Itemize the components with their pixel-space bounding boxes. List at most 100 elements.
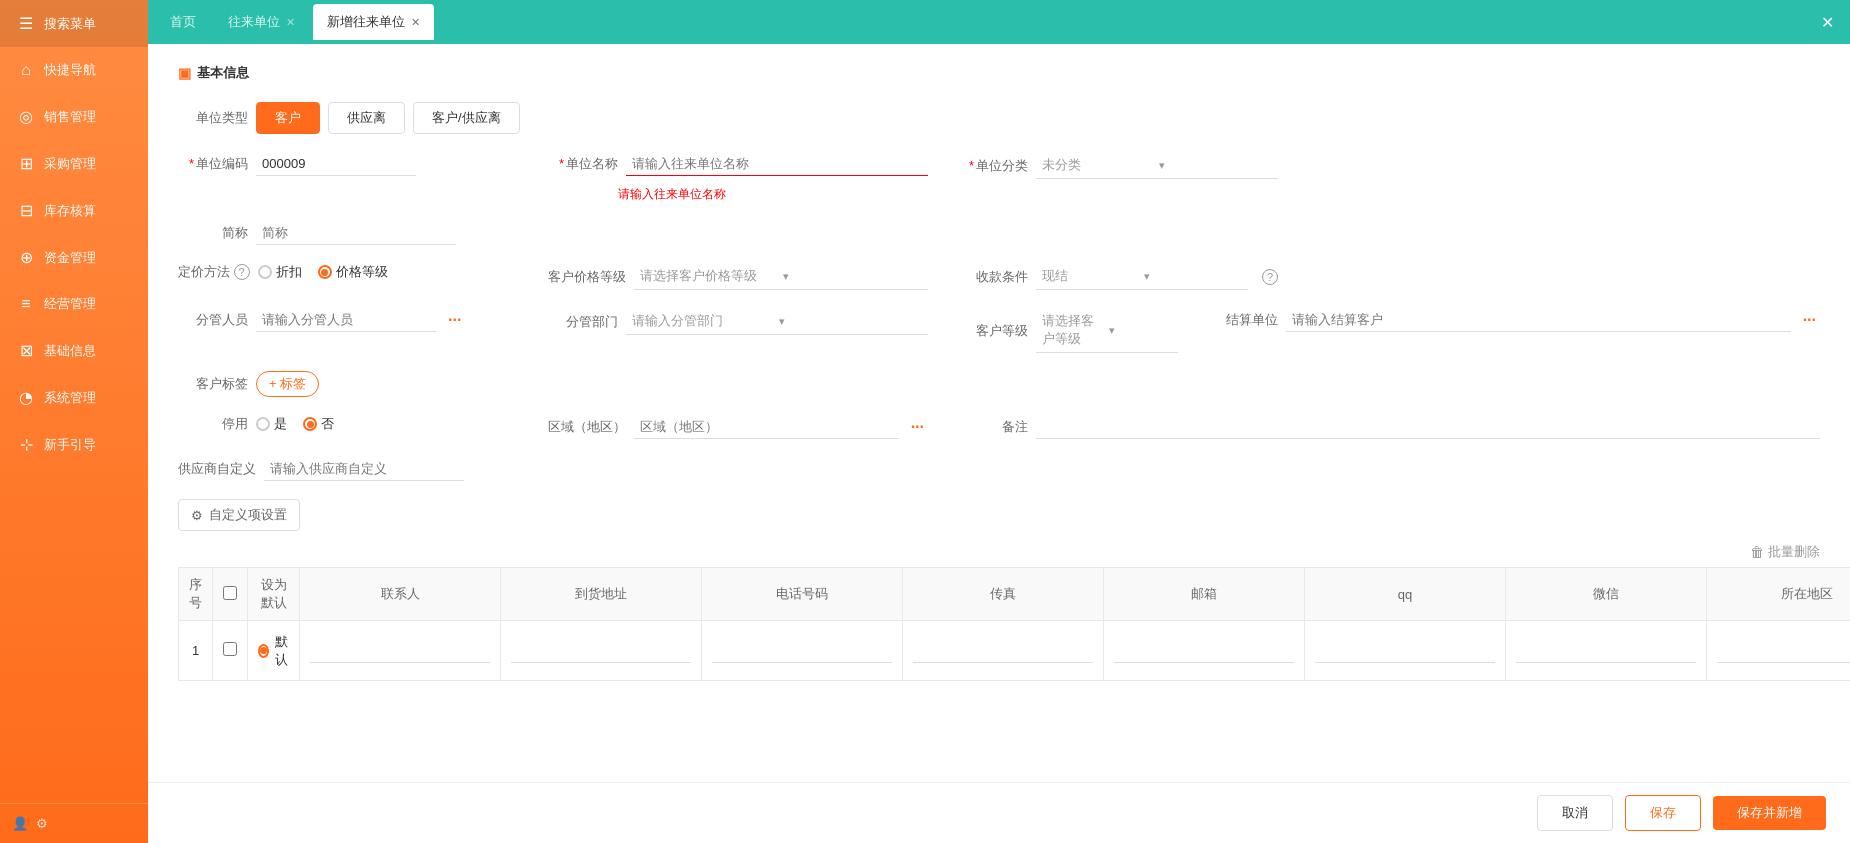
cell-qq bbox=[1305, 621, 1506, 681]
sidebar-item-inventory[interactable]: ⊟ 库存核算 bbox=[0, 187, 148, 234]
supplier-custom-input[interactable] bbox=[264, 457, 464, 481]
sidebar-item-quick-nav[interactable]: ⌂ 快捷导航 bbox=[0, 47, 148, 93]
region-label: 区域（地区） bbox=[548, 418, 626, 436]
window-close-button[interactable]: ✕ bbox=[1813, 9, 1842, 36]
tab-partners-close[interactable]: ✕ bbox=[286, 16, 295, 29]
custom-settings-icon: ⚙ bbox=[191, 508, 203, 523]
row-checkbox[interactable] bbox=[223, 642, 237, 656]
pricing-method-field: 定价方法 ? 折扣 价格等级 bbox=[178, 263, 518, 281]
payment-terms-label: 收款条件 bbox=[958, 268, 1028, 286]
col-default: 设为默认 bbox=[248, 568, 300, 621]
customer-price-chevron: ▾ bbox=[783, 270, 922, 283]
cell-phone bbox=[702, 621, 903, 681]
region-input[interactable] bbox=[634, 415, 899, 439]
payment-terms-select[interactable]: 现结 ▾ bbox=[1036, 263, 1248, 290]
customer-price-level-select[interactable]: 请选择客户价格等级 ▾ bbox=[634, 263, 928, 290]
email-input[interactable] bbox=[1114, 639, 1294, 663]
wechat-input[interactable] bbox=[1516, 639, 1696, 663]
manager-more-btn[interactable]: ··· bbox=[444, 311, 465, 329]
short-name-label: 简称 bbox=[178, 224, 248, 242]
radio-no[interactable]: 否 bbox=[303, 415, 334, 433]
sidebar-item-operations[interactable]: ≡ 经营管理 bbox=[0, 281, 148, 327]
save-new-button[interactable]: 保存并新增 bbox=[1713, 796, 1826, 830]
batch-delete-label[interactable]: 批量删除 bbox=[1768, 543, 1820, 561]
type-btn-supplier[interactable]: 供应离 bbox=[328, 102, 405, 134]
settlement-more-btn[interactable]: ··· bbox=[1799, 311, 1820, 329]
inventory-icon: ⊟ bbox=[16, 201, 36, 220]
unit-category-select[interactable]: 未分类 ▾ bbox=[1036, 152, 1278, 179]
tab-new-partner-close[interactable]: ✕ bbox=[411, 16, 420, 29]
select-all-checkbox[interactable] bbox=[223, 586, 237, 600]
unit-name-label: *单位名称 bbox=[548, 155, 618, 173]
phone-input[interactable] bbox=[712, 639, 892, 663]
fax-input[interactable] bbox=[913, 639, 1093, 663]
unit-type-button-group: 客户 供应离 客户/供应离 bbox=[256, 102, 520, 134]
tab-bar: 首页 往来单位 ✕ 新增往来单位 ✕ ✕ bbox=[148, 0, 1850, 44]
cell-seq: 1 bbox=[179, 621, 213, 681]
unit-code-input[interactable] bbox=[256, 152, 416, 176]
add-tag-button[interactable]: + 标签 bbox=[256, 371, 319, 397]
settings-icon: ⚙ bbox=[36, 816, 48, 831]
tags-field: 客户标签 + 标签 bbox=[178, 371, 1820, 397]
tab-new-partner[interactable]: 新增往来单位 ✕ bbox=[313, 4, 434, 40]
department-select[interactable]: 请输入分管部门 ▾ bbox=[626, 308, 928, 335]
settlement-field: 结算单位 ··· bbox=[1208, 308, 1820, 332]
region-more-btn[interactable]: ··· bbox=[907, 418, 928, 436]
unit-name-required: * bbox=[559, 156, 564, 171]
supplier-custom-row: 供应商自定义 bbox=[178, 457, 1820, 481]
remark-label: 备注 bbox=[958, 418, 1028, 436]
type-btn-both[interactable]: 客户/供应离 bbox=[413, 102, 520, 134]
remark-field: 备注 bbox=[958, 415, 1820, 439]
default-radio-circle bbox=[258, 644, 269, 658]
default-radio[interactable]: 默认 bbox=[258, 633, 289, 669]
cell-default: 默认 bbox=[248, 621, 300, 681]
customer-level-select[interactable]: 请选择客户等级 ▾ bbox=[1036, 308, 1178, 353]
address-input[interactable] bbox=[511, 639, 691, 663]
sidebar-item-sales[interactable]: ◎ 销售管理 bbox=[0, 93, 148, 140]
quick-nav-icon: ⌂ bbox=[16, 61, 36, 79]
table-header: 序号 设为默认 联系人 到货地址 电话号码 传真 邮箱 qq 微信 所在地区 操… bbox=[179, 568, 1851, 621]
trash-icon: 🗑 bbox=[1750, 544, 1764, 560]
unit-name-input[interactable] bbox=[626, 152, 928, 176]
col-fax: 传真 bbox=[903, 568, 1104, 621]
row-region-input[interactable] bbox=[1717, 639, 1850, 663]
purchase-icon: ⊞ bbox=[16, 154, 36, 173]
payment-terms-help-icon[interactable]: ? bbox=[1262, 269, 1278, 285]
short-name-input[interactable] bbox=[256, 221, 456, 245]
cell-checkbox bbox=[213, 621, 248, 681]
sidebar-item-finance[interactable]: ⊕ 资金管理 bbox=[0, 234, 148, 281]
tab-partners[interactable]: 往来单位 ✕ bbox=[214, 4, 309, 40]
contact-input[interactable] bbox=[310, 639, 490, 663]
remark-input[interactable] bbox=[1036, 415, 1820, 439]
unit-type-row: 单位类型 客户 供应离 客户/供应离 bbox=[178, 102, 1820, 134]
radio-price-level[interactable]: 价格等级 bbox=[318, 263, 388, 281]
manager-row: 分管人员 ··· 分管部门 请输入分管部门 ▾ 客户等级 请选择客户等级 ▾ bbox=[178, 308, 1820, 353]
radio-discount-circle bbox=[258, 265, 272, 279]
unit-name-error: 请输入往来单位名称 bbox=[618, 186, 726, 203]
custom-settings-button[interactable]: ⚙ 自定义项设置 bbox=[178, 499, 300, 531]
sidebar-item-purchase[interactable]: ⊞ 采购管理 bbox=[0, 140, 148, 187]
sidebar-item-search-menu[interactable]: ☰ 搜索菜单 bbox=[0, 0, 148, 47]
tags-label: 客户标签 bbox=[178, 375, 248, 393]
qq-input[interactable] bbox=[1315, 639, 1495, 663]
unit-type-field: 单位类型 客户 供应离 客户/供应离 bbox=[178, 102, 1820, 134]
sidebar-item-guide[interactable]: ⊹ 新手引导 bbox=[0, 421, 148, 468]
cancel-button[interactable]: 取消 bbox=[1537, 795, 1613, 831]
customer-price-level-field: 客户价格等级 请选择客户价格等级 ▾ bbox=[548, 263, 928, 290]
tab-home[interactable]: 首页 bbox=[156, 4, 210, 40]
radio-yes[interactable]: 是 bbox=[256, 415, 287, 433]
sidebar-item-system[interactable]: ◔ 系统管理 bbox=[0, 374, 148, 421]
region-field: 区域（地区） ··· bbox=[548, 415, 928, 439]
table-body: 1 默认 bbox=[179, 621, 1851, 681]
pricing-help-icon[interactable]: ? bbox=[234, 264, 250, 280]
manager-label: 分管人员 bbox=[178, 311, 248, 329]
type-btn-customer[interactable]: 客户 bbox=[256, 102, 320, 134]
manager-input[interactable] bbox=[256, 308, 436, 332]
col-region: 所在地区 bbox=[1707, 568, 1851, 621]
radio-discount[interactable]: 折扣 bbox=[258, 263, 302, 281]
sidebar-item-basic-info[interactable]: ⊠ 基础信息 bbox=[0, 327, 148, 374]
settlement-input[interactable] bbox=[1286, 308, 1791, 332]
save-button[interactable]: 保存 bbox=[1625, 795, 1701, 831]
system-icon: ◔ bbox=[16, 388, 36, 407]
col-address: 到货地址 bbox=[501, 568, 702, 621]
